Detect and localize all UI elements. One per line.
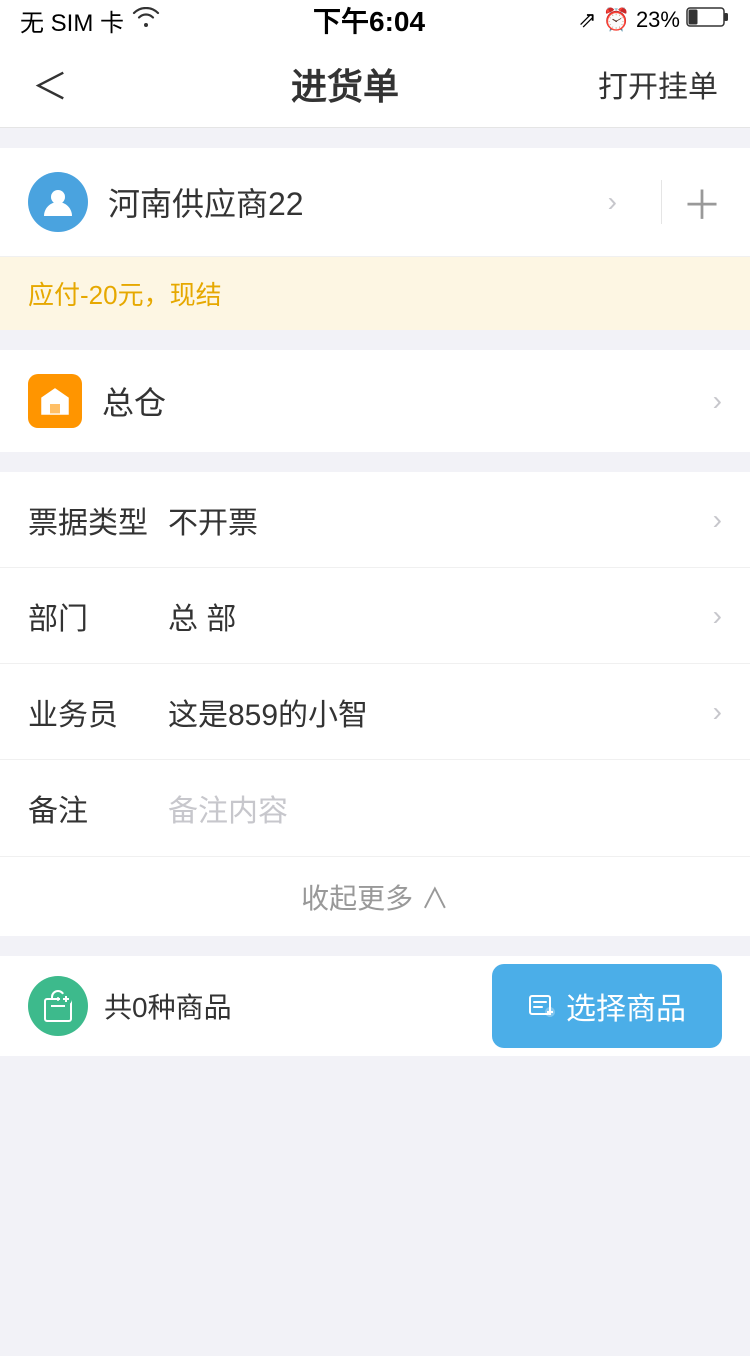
wifi-icon xyxy=(132,6,160,34)
select-product-icon xyxy=(528,992,556,1020)
select-product-button[interactable]: 选择商品 xyxy=(492,964,722,1048)
alarm-icon: ⏰ xyxy=(603,7,630,33)
select-product-label: 选择商品 xyxy=(566,984,686,1028)
supplier-chevron-icon: › xyxy=(608,186,617,218)
department-row[interactable]: 部门 总 部 › xyxy=(0,568,750,664)
salesman-row[interactable]: 业务员 这是859的小智 › xyxy=(0,664,750,760)
back-button[interactable]: ＜ xyxy=(32,58,92,110)
open-pending-button[interactable]: 打开挂单 xyxy=(598,62,718,106)
warehouse-chevron-icon: › xyxy=(713,385,722,417)
ticket-type-label: 票据类型 xyxy=(28,498,168,542)
salesman-chevron-icon: › xyxy=(713,696,722,728)
supplier-row[interactable]: 河南供应商22 › ＋ xyxy=(0,148,750,257)
product-count-left: 共0种商品 xyxy=(28,976,232,1036)
ticket-type-chevron-icon: › xyxy=(713,504,722,536)
remark-label: 备注 xyxy=(28,786,168,830)
add-supplier-button[interactable]: ＋ xyxy=(682,173,722,231)
carrier-text: 无 SIM 卡 xyxy=(20,3,124,38)
salesman-value: 这是859的小智 xyxy=(168,690,713,734)
department-chevron-icon: › xyxy=(713,600,722,632)
supplier-avatar xyxy=(28,172,88,232)
warehouse-section: 总仓 › xyxy=(0,350,750,452)
shopping-bag-icon xyxy=(41,989,75,1023)
page-title: 进货单 xyxy=(291,58,399,110)
status-bar: 无 SIM 卡 下午6:04 ⇗ ⏰ 23% xyxy=(0,0,750,40)
location-icon: ⇗ xyxy=(578,7,596,33)
section-divider-2 xyxy=(0,330,750,350)
ticket-type-value: 不开票 xyxy=(168,498,713,542)
bottom-bar: 共0种商品 选择商品 xyxy=(0,956,750,1056)
remark-input[interactable]: 备注内容 xyxy=(168,786,722,830)
section-divider-4 xyxy=(0,936,750,956)
form-section: 票据类型 不开票 › 部门 总 部 › 业务员 这是859的小智 › 备注 备注… xyxy=(0,472,750,936)
section-divider-3 xyxy=(0,452,750,472)
collapse-button[interactable]: 收起更多 ∧ xyxy=(0,856,750,936)
status-right: ⇗ ⏰ 23% xyxy=(578,6,730,34)
vertical-divider xyxy=(661,180,662,224)
product-count-text: 共0种商品 xyxy=(104,986,232,1026)
section-divider-1 xyxy=(0,128,750,148)
warehouse-row[interactable]: 总仓 › xyxy=(0,350,750,452)
notice-bar: 应付-20元，现结 xyxy=(0,257,750,330)
warehouse-icon-bg xyxy=(28,374,82,428)
nav-bar: ＜ 进货单 打开挂单 xyxy=(0,40,750,128)
battery-icon xyxy=(686,6,730,34)
notice-text: 应付-20元，现结 xyxy=(28,280,222,310)
warehouse-icon xyxy=(40,386,70,416)
status-left: 无 SIM 卡 xyxy=(20,3,160,38)
product-count-icon-bg xyxy=(28,976,88,1036)
collapse-label: 收起更多 ∧ xyxy=(301,877,449,917)
status-time: 下午6:04 xyxy=(313,0,425,40)
supplier-name: 河南供应商22 xyxy=(108,179,608,225)
warehouse-name: 总仓 xyxy=(102,378,713,424)
remark-row[interactable]: 备注 备注内容 xyxy=(0,760,750,856)
gray-fill-area xyxy=(0,1056,750,1356)
battery-text: 23% xyxy=(636,7,680,33)
department-label: 部门 xyxy=(28,594,168,638)
person-icon xyxy=(40,184,76,220)
salesman-label: 业务员 xyxy=(28,690,168,734)
supplier-section: 河南供应商22 › ＋ 应付-20元，现结 xyxy=(0,148,750,330)
ticket-type-row[interactable]: 票据类型 不开票 › xyxy=(0,472,750,568)
department-value: 总 部 xyxy=(168,594,713,638)
